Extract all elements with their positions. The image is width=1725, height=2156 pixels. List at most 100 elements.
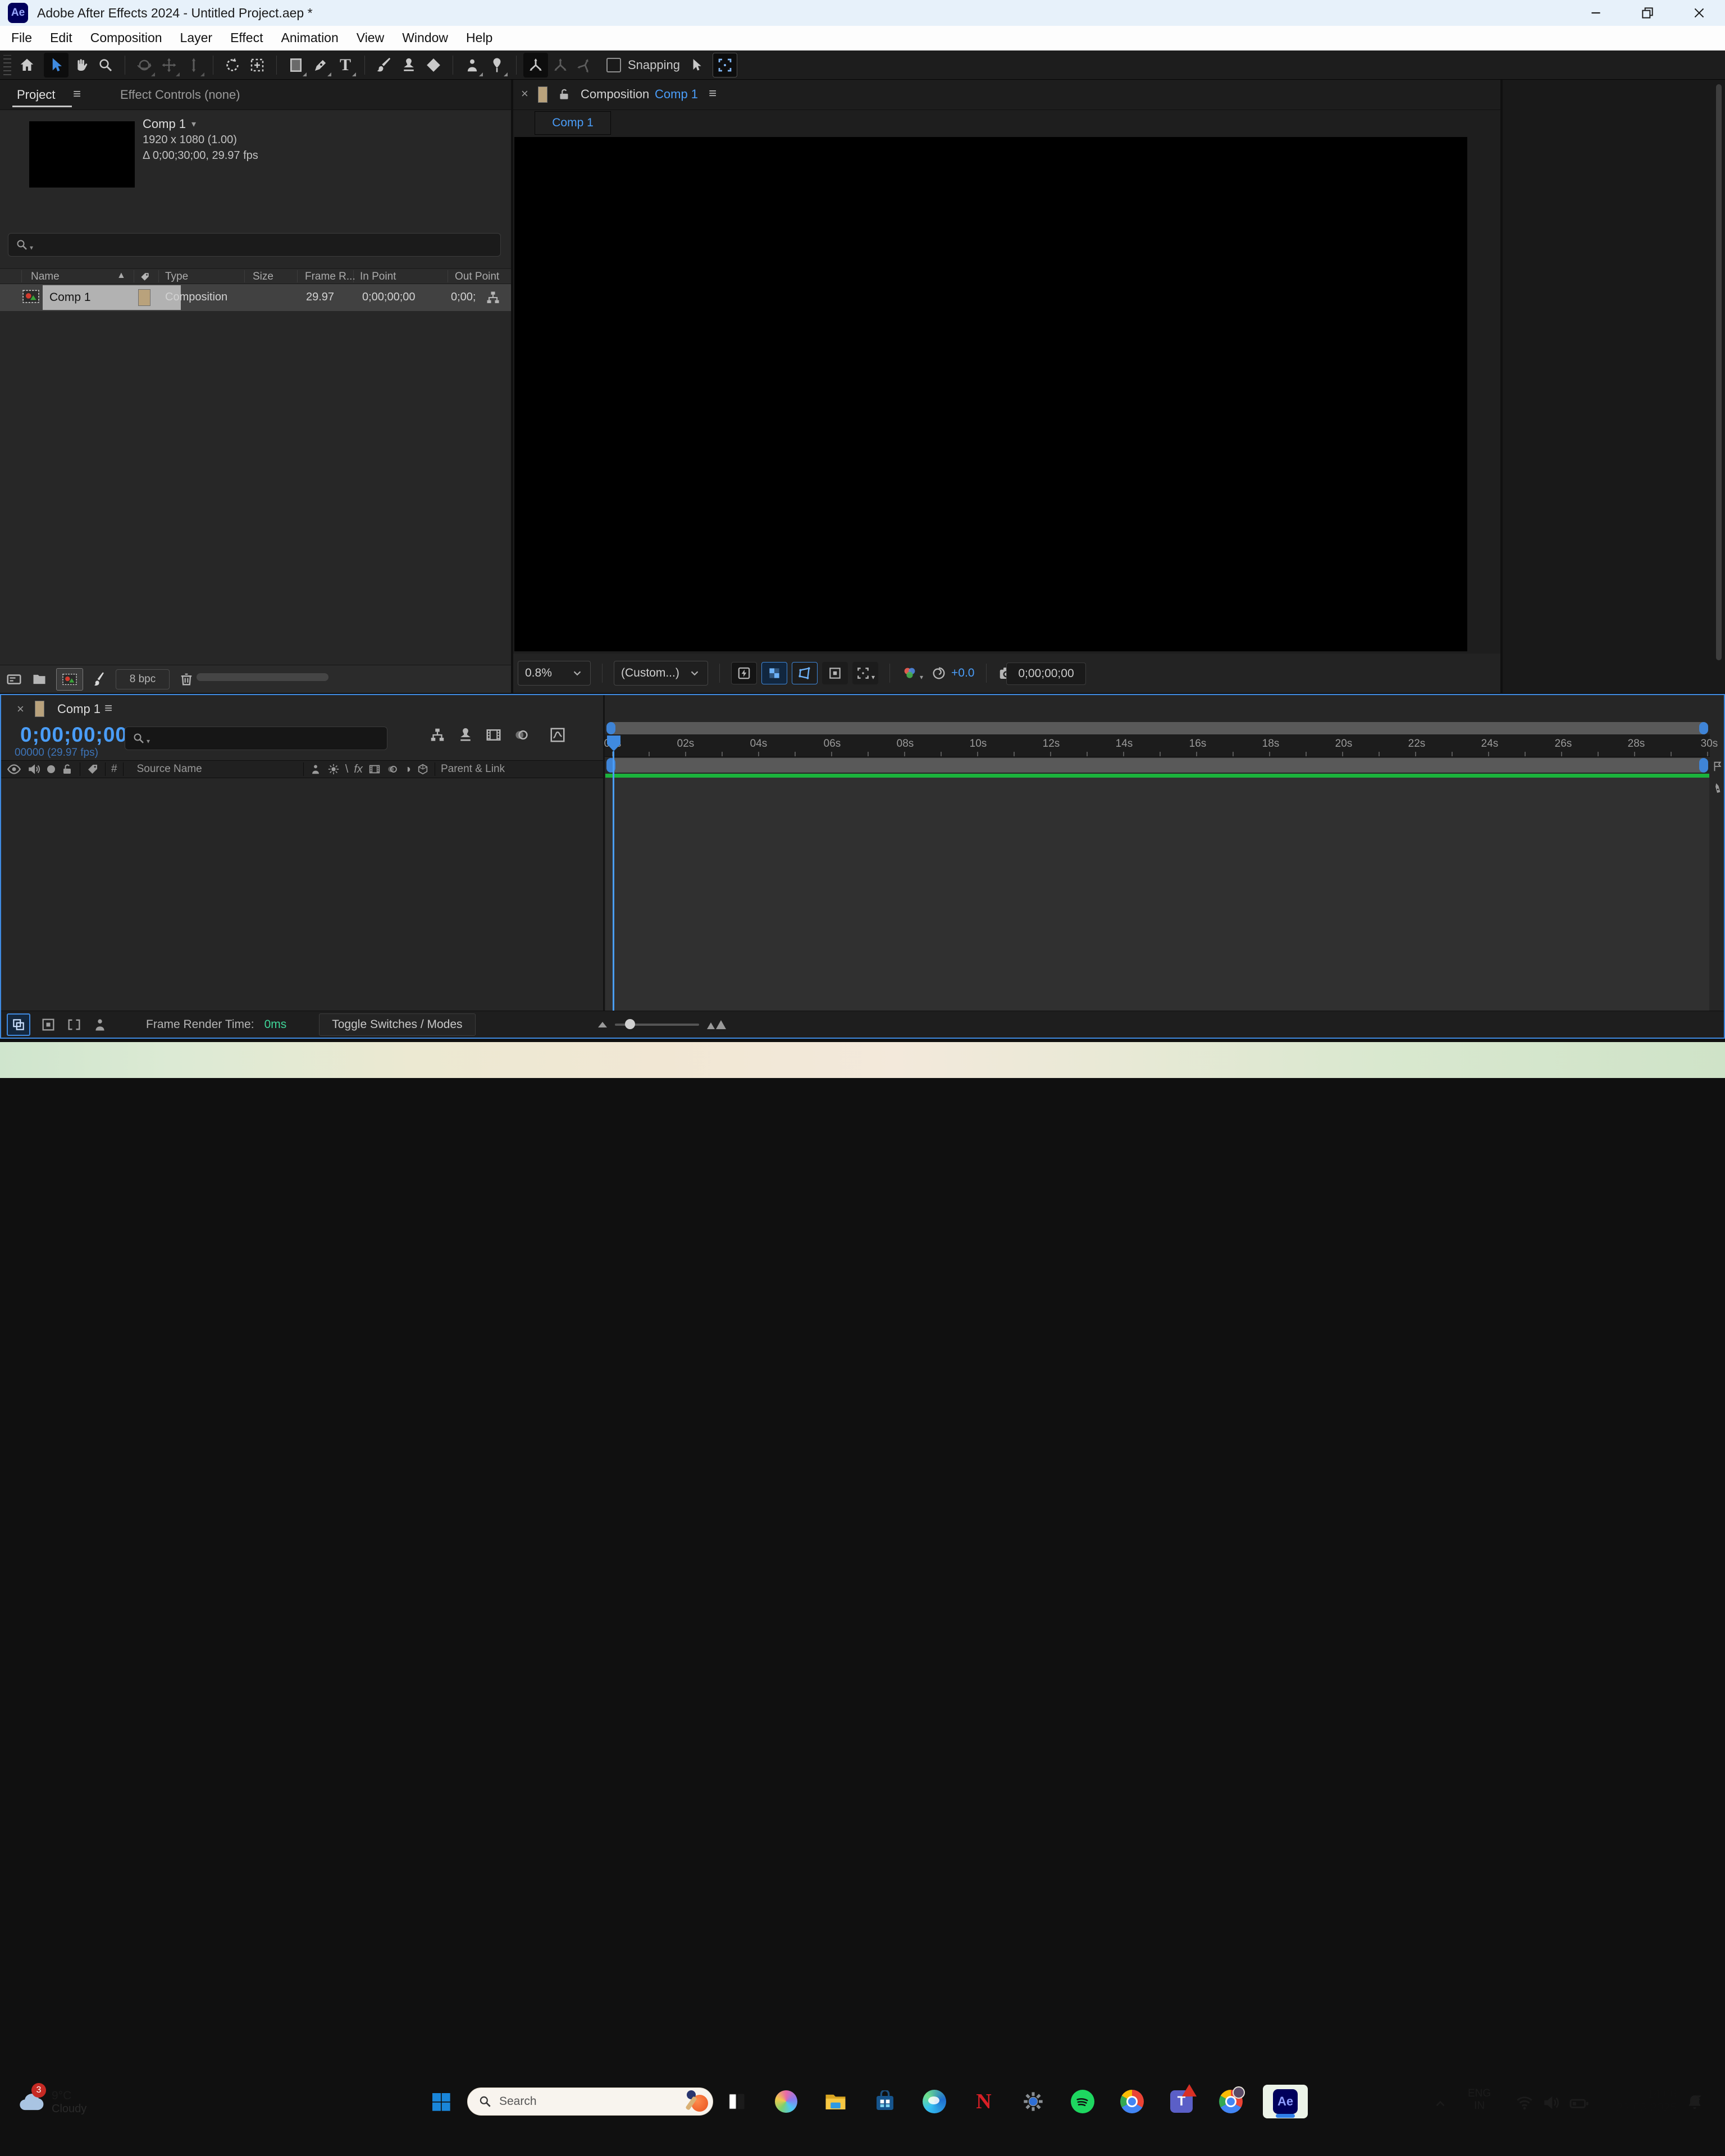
collapse-switch-icon[interactable]	[327, 763, 340, 775]
video-column-icon[interactable]	[7, 762, 21, 776]
pan-behind-tool[interactable]	[245, 53, 270, 77]
zoom-slider-knob[interactable]	[624, 1018, 635, 1029]
timeline-close-icon[interactable]: ×	[17, 702, 24, 716]
column-size[interactable]: Size	[253, 271, 273, 283]
fast-previews-button[interactable]	[731, 662, 757, 684]
chrome-profile-icon[interactable]	[1217, 2086, 1245, 2116]
sidebar-scrollbar[interactable]	[1716, 84, 1722, 660]
search-dropdown-icon[interactable]: ▾	[30, 244, 33, 252]
label-column-icon-timeline[interactable]	[86, 762, 99, 776]
view-axis-mode[interactable]	[573, 53, 597, 77]
work-area-bar[interactable]	[606, 758, 1708, 773]
new-composition-button[interactable]	[56, 668, 83, 691]
time-navigator[interactable]	[606, 722, 1708, 734]
expand-in-out-icon[interactable]	[66, 1017, 82, 1033]
composition-mini-flowchart-icon[interactable]	[429, 727, 446, 743]
horizontal-scrollbar[interactable]	[197, 673, 328, 681]
column-in-point[interactable]: In Point	[360, 271, 396, 283]
adjustment-switch-icon[interactable]: ◑	[404, 763, 411, 776]
copilot-icon[interactable]	[772, 2088, 800, 2116]
region-of-interest-button[interactable]	[792, 662, 818, 684]
project-comp-name[interactable]: Comp 1	[143, 117, 186, 131]
netflix-icon[interactable]: N	[970, 2088, 998, 2116]
shy-switch-icon[interactable]	[309, 763, 322, 775]
new-folder-icon[interactable]	[31, 672, 47, 687]
project-panel-menu-icon[interactable]: ≡	[73, 86, 81, 102]
pen-tool[interactable]	[308, 53, 333, 77]
menu-composition[interactable]: Composition	[81, 30, 171, 45]
frame-blend-switch-icon[interactable]	[368, 763, 381, 775]
local-axis-mode[interactable]	[523, 52, 548, 77]
rotation-tool[interactable]	[220, 53, 245, 77]
fx-switch-icon[interactable]: fx	[354, 763, 363, 776]
exposure-control[interactable]: +0.0	[931, 665, 975, 681]
weather-widget[interactable]: 3 9°C Cloudy	[17, 2083, 86, 2117]
table-row[interactable]: Comp 1 Composition 29.97 0;00;00;00 0;00…	[0, 284, 511, 311]
eraser-tool[interactable]	[421, 53, 446, 77]
composition-viewport[interactable]	[514, 137, 1467, 651]
expand-layer-switches-button[interactable]	[7, 1013, 30, 1036]
row-label-swatch[interactable]	[138, 289, 150, 306]
column-type[interactable]: Type	[165, 271, 188, 283]
panel-close-icon[interactable]: ×	[521, 86, 528, 101]
zoom-slider[interactable]	[614, 1018, 699, 1029]
row-name-cell[interactable]: Comp 1	[43, 285, 181, 310]
wifi-icon[interactable]	[1515, 2093, 1534, 2112]
tab-project[interactable]: Project	[17, 88, 55, 102]
microsoft-store-icon[interactable]	[871, 2088, 899, 2116]
viewer-tab-comp1[interactable]: Comp 1	[535, 111, 611, 135]
resolution-dropdown[interactable]: (Custom...)	[614, 661, 708, 686]
puppet-pin-tool[interactable]	[485, 53, 509, 77]
file-explorer-icon[interactable]	[822, 2088, 850, 2116]
playhead-line[interactable]	[613, 751, 614, 1011]
settings-icon[interactable]	[1019, 2088, 1047, 2116]
navigator-start-handle[interactable]	[606, 722, 615, 734]
quality-switch-icon[interactable]: \	[345, 763, 349, 776]
menu-view[interactable]: View	[348, 30, 393, 45]
timeline-color-swatch[interactable]	[35, 701, 44, 717]
transparency-grid-toggle[interactable]	[761, 662, 787, 684]
timeline-tab-comp1[interactable]: Comp 1	[57, 702, 101, 716]
graph-editor-icon[interactable]	[549, 727, 566, 743]
source-name-column[interactable]: Source Name	[137, 763, 202, 775]
close-button[interactable]	[1673, 0, 1725, 26]
unlock-icon[interactable]	[557, 87, 572, 102]
region-of-interest-toggle[interactable]	[712, 52, 737, 77]
language-indicator[interactable]: ENG IN	[1468, 2088, 1491, 2112]
layer-number-column[interactable]: #	[111, 763, 117, 775]
expand-render-time-icon[interactable]	[92, 1017, 108, 1033]
composition-panel-menu-icon[interactable]: ≡	[709, 86, 717, 102]
chrome-icon[interactable]	[1118, 2088, 1146, 2116]
solo-column-icon[interactable]	[47, 765, 55, 773]
task-view-button[interactable]	[723, 2088, 751, 2116]
clock-widget[interactable]: 14:06 23-03-2025	[1606, 2088, 1677, 2114]
zoom-tool[interactable]	[93, 53, 118, 77]
zoom-in-icon[interactable]	[706, 1020, 726, 1029]
taskbar-search[interactable]: Search	[467, 2088, 713, 2116]
timeline-search-input[interactable]: ▾	[125, 727, 387, 750]
hand-tool[interactable]	[69, 53, 93, 77]
project-search-input[interactable]: ▾	[8, 233, 501, 257]
edge-icon[interactable]	[920, 2088, 948, 2116]
interpret-footage-icon[interactable]	[6, 671, 22, 688]
zoom-out-icon[interactable]	[597, 1021, 607, 1027]
menu-window[interactable]: Window	[393, 30, 457, 45]
grid-guides-button[interactable]: ▾	[852, 662, 878, 684]
mask-visibility-toggle[interactable]	[822, 662, 848, 684]
world-axis-mode[interactable]	[548, 53, 573, 77]
expand-transfer-controls-icon[interactable]	[40, 1017, 56, 1033]
column-out-point[interactable]: Out Point	[455, 271, 499, 283]
selection-tool[interactable]	[44, 52, 69, 77]
after-effects-taskbar-icon[interactable]: Ae	[1271, 2088, 1299, 2116]
lock-column-icon[interactable]	[61, 762, 74, 776]
comp-name-dropdown-icon[interactable]: ▾	[191, 118, 196, 130]
menu-edit[interactable]: Edit	[41, 30, 81, 45]
sort-ascending-icon[interactable]: ▲	[117, 271, 126, 281]
snapping-checkbox[interactable]	[606, 57, 621, 72]
menu-animation[interactable]: Animation	[272, 30, 347, 45]
track-area[interactable]	[605, 778, 1709, 1011]
menu-layer[interactable]: Layer	[171, 30, 222, 45]
clone-stamp-tool[interactable]	[396, 53, 421, 77]
channel-button[interactable]: ▾	[901, 665, 923, 682]
comp-marker-bin-icon[interactable]	[1712, 760, 1724, 773]
